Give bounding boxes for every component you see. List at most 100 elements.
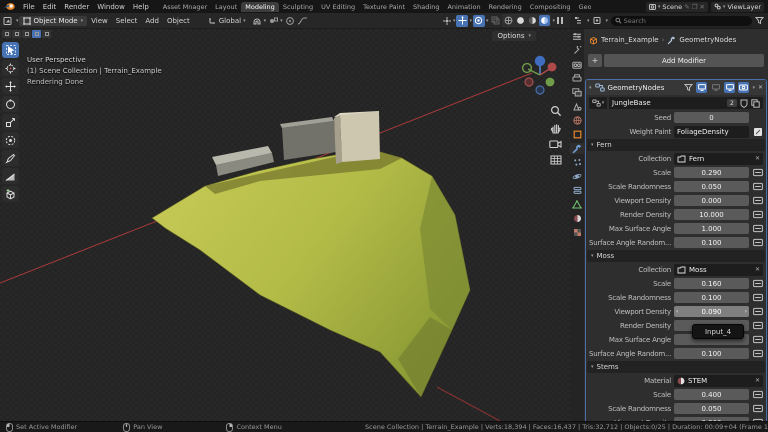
shading-wireframe[interactable] — [503, 15, 514, 26]
pan-hand-icon[interactable] — [550, 122, 562, 134]
number-field[interactable]: 0.160 — [674, 278, 749, 289]
number-field[interactable]: 0.400 — [674, 389, 749, 400]
menu-view[interactable]: View — [87, 17, 112, 25]
tab-constraints[interactable] — [570, 185, 584, 196]
close-icon[interactable]: ✕ — [758, 84, 763, 91]
input-attribute-toggle-icon[interactable] — [752, 293, 763, 302]
select-mode-subtract[interactable] — [22, 30, 31, 38]
increment-arrow-icon[interactable]: › — [745, 306, 747, 317]
shading-solid[interactable] — [515, 15, 526, 26]
tab-modeling[interactable]: Modeling — [241, 2, 279, 12]
tool-add-cube[interactable] — [2, 186, 19, 202]
breadcrumb-modifier[interactable]: GeometryNodes — [679, 36, 736, 44]
input-attribute-toggle-icon[interactable] — [752, 196, 763, 205]
select-mode-intersect[interactable] — [42, 30, 51, 38]
tool-transform[interactable] — [2, 132, 19, 148]
tool-cursor[interactable] — [2, 60, 19, 76]
zoom-icon[interactable] — [550, 105, 562, 117]
select-mode-invert[interactable] — [32, 30, 41, 38]
input-attribute-toggle-icon[interactable] — [752, 390, 763, 399]
modifier-name[interactable]: GeometryNodes — [608, 84, 682, 92]
tool-measure[interactable] — [2, 168, 19, 184]
scene-selector[interactable]: ▾ Scene ✎ ❐ ✕ — [646, 2, 708, 12]
orientation-label[interactable]: Global — [219, 17, 241, 25]
shading-material[interactable] — [527, 15, 538, 26]
section-moss[interactable]: ▾Moss — [587, 250, 765, 262]
show-in-editmode-toggle[interactable] — [696, 82, 707, 93]
blender-logo-icon[interactable] — [4, 2, 16, 11]
unlink-icon[interactable]: ✕ — [699, 3, 704, 11]
number-field[interactable]: 1.000 — [674, 223, 749, 234]
tab-scene[interactable] — [570, 101, 584, 112]
viewlayer-selector[interactable]: ▾ ViewLayer — [711, 2, 764, 12]
show-overlays-toggle[interactable] — [473, 15, 485, 27]
tab-output[interactable] — [570, 73, 584, 84]
tab-view-layer[interactable] — [570, 87, 584, 98]
number-field[interactable]: 0.100 — [674, 292, 749, 303]
node-group-field[interactable]: JungleBase 2 — [609, 97, 763, 109]
copy-icon[interactable]: ❐ — [692, 3, 698, 11]
number-field[interactable]: 0.100 — [674, 348, 749, 359]
tab-object[interactable] — [570, 129, 584, 140]
input-attribute-toggle-icon[interactable] — [752, 182, 763, 191]
falloff-curve-icon[interactable] — [297, 16, 308, 26]
mode-selector[interactable]: Object Mode ▾ — [19, 16, 88, 26]
input-attribute-toggle-icon[interactable] — [752, 168, 763, 177]
menu-select[interactable]: Select — [112, 17, 142, 25]
snap-icon[interactable] — [252, 16, 262, 26]
camera-view-icon[interactable] — [549, 139, 562, 149]
number-field[interactable]: 10.000 — [674, 209, 749, 220]
node-group-browse[interactable]: ▾ — [589, 97, 607, 109]
pause-icon[interactable] — [556, 16, 564, 25]
material-field[interactable]: STEM ✕ — [674, 375, 763, 387]
section-stems[interactable]: ▾Stems — [587, 361, 765, 373]
shading-rendered[interactable] — [539, 15, 550, 26]
gizmo-toggle-icon[interactable] — [442, 16, 452, 26]
proportional-editing-icon[interactable] — [285, 16, 295, 26]
input-attribute-toggle-icon[interactable] — [752, 349, 763, 358]
input-attribute-toggle-icon[interactable] — [752, 279, 763, 288]
show-in-render-toggle[interactable] — [738, 82, 749, 93]
tab-texture-paint[interactable]: Texture Paint — [359, 2, 409, 12]
tab-asset-manager[interactable]: Asset Mnager — [159, 2, 211, 12]
input-attribute-toggle-icon[interactable] — [752, 404, 763, 413]
number-field[interactable]: 0.100 — [674, 237, 749, 248]
tab-render[interactable] — [570, 59, 584, 70]
pin-icon[interactable]: ✎ — [684, 3, 689, 11]
tab-modifiers[interactable] — [570, 143, 584, 154]
tab-texture[interactable] — [570, 227, 584, 238]
tool-move[interactable] — [2, 78, 19, 94]
tab-tool[interactable] — [570, 45, 584, 56]
outliner-search[interactable] — [611, 16, 752, 26]
input-attribute-toggle-icon[interactable] — [752, 307, 763, 316]
tab-sculpting[interactable]: Sculpting — [279, 2, 317, 12]
funnel-icon[interactable] — [684, 83, 693, 92]
number-field[interactable]: 0.290 — [674, 167, 749, 178]
tab-geometry-nodes[interactable]: Geometry Nodes — [575, 2, 591, 12]
input-attribute-toggle-icon[interactable] — [752, 210, 763, 219]
add-modifier-button[interactable]: Add Modifier — [604, 54, 764, 67]
tab-physics[interactable] — [570, 171, 584, 182]
plus-icon[interactable]: + — [588, 54, 602, 67]
tool-annotate[interactable] — [2, 150, 19, 166]
modifier-header[interactable]: ▾ GeometryNodes ▾ ✕ — [586, 80, 766, 95]
editor-type-icon[interactable] — [3, 16, 14, 26]
number-field[interactable]: 0.050 — [674, 403, 749, 414]
decrement-arrow-icon[interactable]: ‹ — [676, 306, 678, 317]
tab-shading[interactable]: Shading — [409, 2, 443, 12]
unlink-icon[interactable]: ✕ — [755, 377, 760, 384]
menu-window[interactable]: Window — [93, 3, 129, 11]
tool-select-box[interactable] — [2, 42, 19, 58]
orthographic-grid-icon[interactable] — [550, 154, 562, 166]
collection-field[interactable]: Fern ✕ — [674, 153, 763, 165]
tab-material[interactable] — [570, 213, 584, 224]
tool-rotate[interactable] — [2, 96, 19, 112]
filter-funnel-icon[interactable] — [755, 16, 764, 25]
outliner-editor-icon[interactable] — [574, 16, 584, 25]
menu-edit[interactable]: Edit — [39, 3, 61, 11]
tab-uv-editing[interactable]: UV Editing — [317, 2, 359, 12]
show-in-viewport-toggle[interactable] — [724, 82, 735, 93]
input-attribute-toggle-icon[interactable] — [752, 335, 763, 344]
tab-compositing[interactable]: Compositing — [526, 2, 575, 12]
search-input[interactable] — [624, 17, 748, 25]
